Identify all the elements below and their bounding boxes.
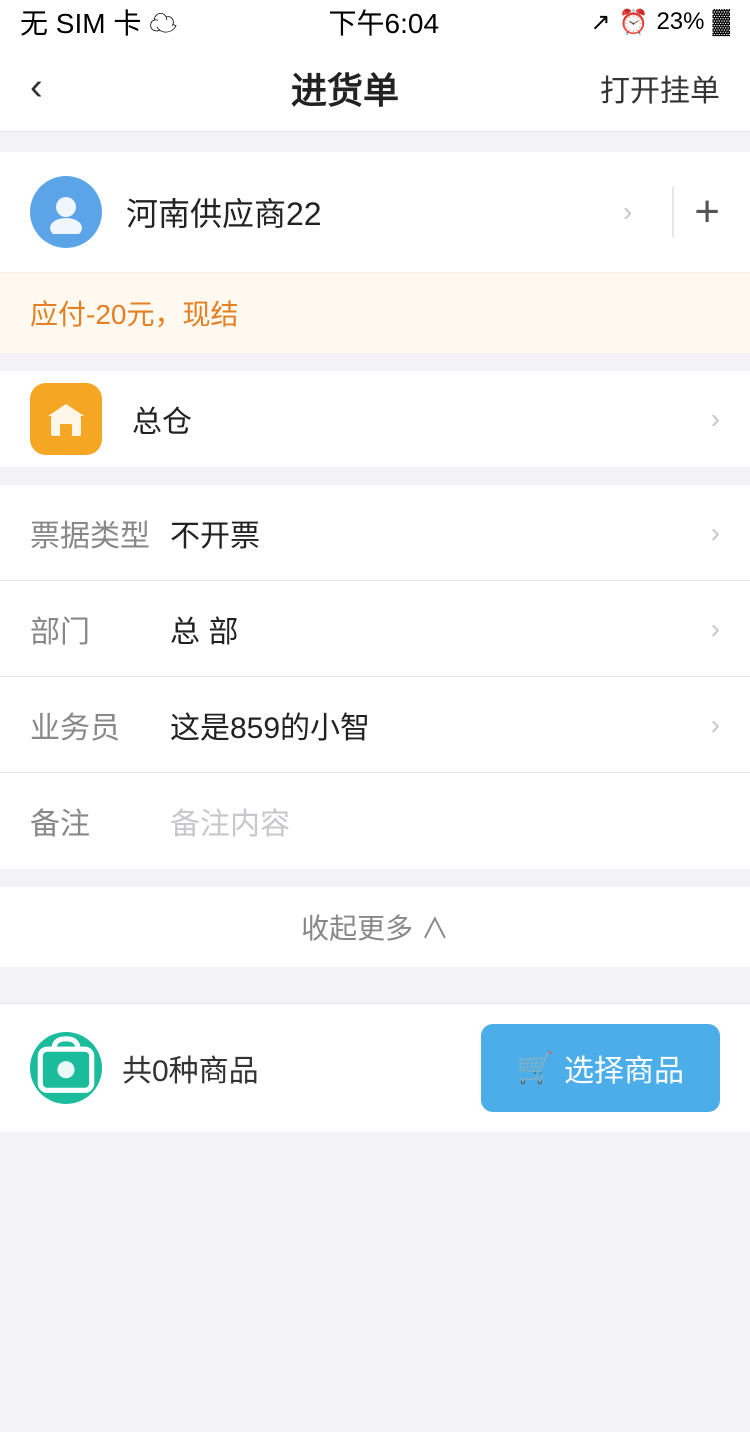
- warehouse-row[interactable]: 总仓 ›: [0, 371, 750, 467]
- field-row-salesperson[interactable]: 业务员这是859的小智›: [0, 677, 750, 773]
- gap3: [0, 467, 750, 485]
- supplier-section: 河南供应商22 › + 应付-20元，现结: [0, 152, 750, 353]
- field-value-salesperson: 这是859的小智: [160, 703, 711, 747]
- gap4: [0, 869, 750, 887]
- field-chevron-department: ›: [711, 613, 720, 645]
- field-label-salesperson: 业务员: [30, 703, 160, 747]
- status-left: 无 SIM 卡 ☁: [20, 2, 177, 42]
- field-chevron-salesperson: ›: [711, 709, 720, 741]
- bottom-bar: 共0种商品 🛒 选择商品: [0, 1003, 750, 1132]
- notice-text: 应付-20元，现结: [30, 299, 238, 330]
- warehouse-section: 总仓 ›: [0, 371, 750, 467]
- select-product-button[interactable]: 🛒 选择商品: [481, 1024, 720, 1112]
- gap5: [0, 967, 750, 985]
- field-label-remark: 备注: [30, 799, 160, 843]
- select-product-icon: 🛒: [517, 1051, 554, 1086]
- field-label-department: 部门: [30, 607, 160, 651]
- supplier-divider: [672, 187, 674, 237]
- field-value-department: 总 部: [160, 607, 711, 651]
- battery-icon: ▓: [712, 8, 730, 36]
- status-center: 下午6:04: [329, 2, 440, 42]
- nav-bar: ‹ 进货单 打开挂单: [0, 44, 750, 132]
- gap2: [0, 353, 750, 371]
- page-title: 进货单: [291, 62, 399, 114]
- notice-banner: 应付-20元，现结: [0, 273, 750, 353]
- gap1: [0, 132, 750, 152]
- status-right: ↗ ⏰ 23% ▓: [590, 8, 730, 37]
- background-fill: [0, 1132, 750, 1432]
- field-chevron-invoice-type: ›: [711, 517, 720, 549]
- collapse-section: 收起更多 ∧: [0, 887, 750, 967]
- alarm-icon: ⏰: [619, 8, 649, 37]
- collapse-button[interactable]: 收起更多 ∧: [0, 887, 750, 967]
- back-button[interactable]: ‹: [30, 66, 90, 109]
- field-value-remark[interactable]: 备注内容: [160, 799, 720, 843]
- field-row-remark[interactable]: 备注备注内容: [0, 773, 750, 869]
- field-row-invoice-type[interactable]: 票据类型不开票›: [0, 485, 750, 581]
- location-icon: ↗: [590, 8, 610, 37]
- form-section: 票据类型不开票›部门总 部›业务员这是859的小智›备注备注内容: [0, 485, 750, 869]
- supplier-avatar: [30, 176, 102, 248]
- product-count: 共0种商品: [122, 1046, 481, 1090]
- battery-text: 23%: [656, 8, 704, 36]
- warehouse-label: 总仓: [122, 397, 711, 441]
- product-icon-wrap: [30, 1032, 102, 1104]
- supplier-row[interactable]: 河南供应商22 › +: [0, 152, 750, 273]
- supplier-chevron-icon: ›: [623, 196, 632, 228]
- open-pending-button[interactable]: 打开挂单: [600, 66, 720, 110]
- field-label-invoice-type: 票据类型: [30, 511, 160, 555]
- status-bar: 无 SIM 卡 ☁ 下午6:04 ↗ ⏰ 23% ▓: [0, 0, 750, 44]
- supplier-name: 河南供应商22: [126, 189, 623, 235]
- add-button[interactable]: +: [694, 187, 720, 237]
- warehouse-icon-wrap: [30, 383, 102, 455]
- select-product-label: 选择商品: [564, 1046, 684, 1090]
- warehouse-chevron-icon: ›: [711, 403, 720, 435]
- field-value-invoice-type: 不开票: [160, 511, 711, 555]
- field-row-department[interactable]: 部门总 部›: [0, 581, 750, 677]
